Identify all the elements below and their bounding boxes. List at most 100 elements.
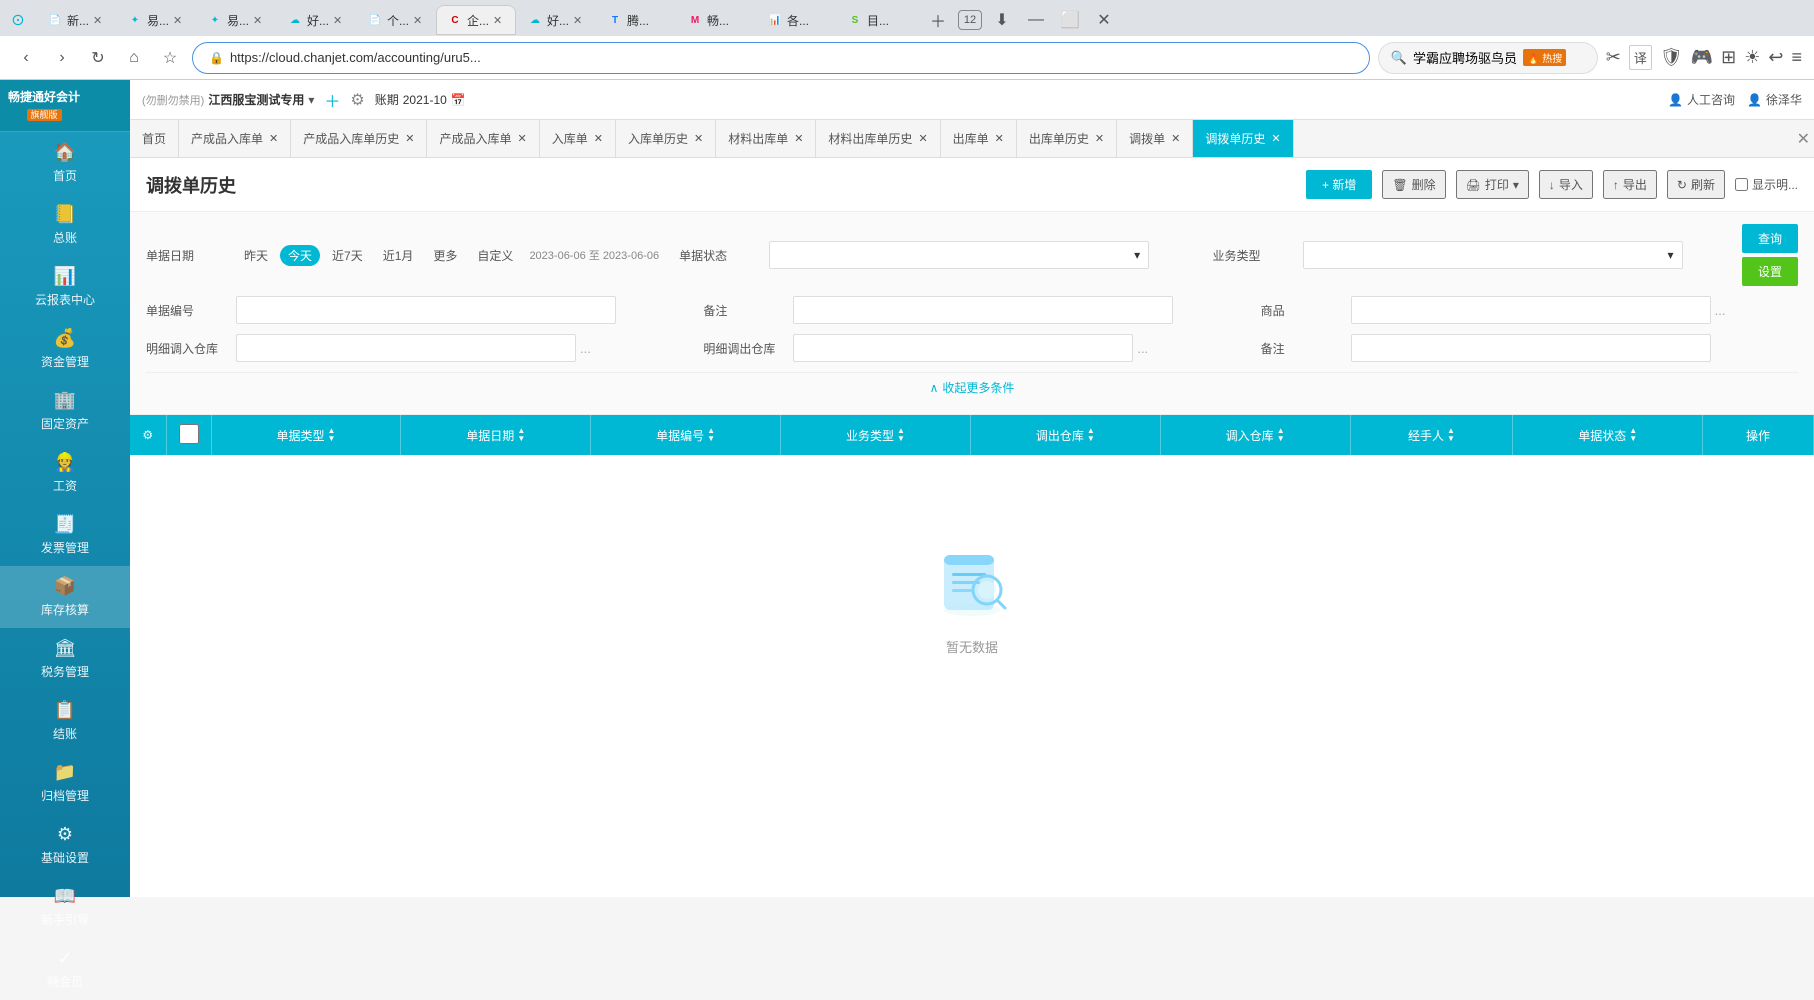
new-tab-button[interactable]: ＋ (924, 6, 952, 34)
col-settings[interactable]: ⚙ (130, 415, 166, 455)
col-doc-no[interactable]: 单据编号 ▲▼ (591, 415, 781, 455)
sidebar-item-reports[interactable]: 📊 云报表中心 (0, 256, 130, 318)
col-business-type[interactable]: 业务类型 ▲▼ (781, 415, 971, 455)
forward-button[interactable]: › (48, 44, 76, 72)
import-button[interactable]: ↓ 导入 (1539, 170, 1593, 199)
note-input[interactable] (793, 296, 1173, 324)
sidebar-item-home[interactable]: 🏠 首页 (0, 132, 130, 194)
browser-tab-5[interactable]: 📄 个... ✕ (356, 5, 436, 35)
date-btn-yesterday[interactable]: 昨天 (236, 245, 276, 266)
app-tab-outbound[interactable]: 出库单 ✕ (941, 120, 1017, 158)
sidebar-item-settings[interactable]: ⚙ 基础设置 (0, 814, 130, 876)
detail-out-warehouse-dots[interactable]: ... (1137, 341, 1148, 356)
browser-tab-1[interactable]: 📄 新... ✕ (36, 5, 116, 35)
translate-icon[interactable]: 译 (1629, 45, 1652, 70)
consultant-button[interactable]: 👤 人工咨询 (1668, 91, 1735, 108)
browser-tab-2[interactable]: ✦ 易... ✕ (116, 5, 196, 35)
sidebar-item-tax[interactable]: 🏛 税务管理 (0, 628, 130, 690)
sidebar-item-member[interactable]: ✓ 畅会员 (0, 938, 130, 1000)
sidebar-item-invoice[interactable]: 🧾 发票管理 (0, 504, 130, 566)
app-tab-inbound[interactable]: 入库单 ✕ (540, 120, 616, 158)
sidebar-item-fixed-assets[interactable]: 🏢 固定资产 (0, 380, 130, 442)
table-settings-icon[interactable]: ⚙ (142, 428, 153, 442)
company-selector[interactable]: (勿删勿禁用) 江西服宝测试专用 ▾ (142, 91, 314, 108)
browser-tab-4-close[interactable]: ✕ (333, 14, 342, 27)
add-company-button[interactable]: ＋ (324, 88, 340, 112)
app-tab-product-inbound-history-close[interactable]: ✕ (405, 132, 414, 145)
browser-tab-7[interactable]: ☁ 好... ✕ (516, 5, 596, 35)
sidebar-item-ledger[interactable]: 📒 总账 (0, 194, 130, 256)
col-doc-date[interactable]: 单据日期 ▲▼ (401, 415, 591, 455)
business-type-dropdown[interactable]: ▾ (1303, 241, 1683, 269)
date-btn-7days[interactable]: 近7天 (324, 245, 371, 266)
sidebar-item-wages[interactable]: 👷 工资 (0, 442, 130, 504)
col-doc-status[interactable]: 单据状态 ▲▼ (1513, 415, 1703, 455)
app-tab-transfer-close[interactable]: ✕ (1171, 132, 1180, 145)
app-tab-product-inbound-2[interactable]: 产成品入库单 ✕ (427, 120, 539, 158)
app-tab-outbound-close[interactable]: ✕ (995, 132, 1004, 145)
app-tab-inbound-history-close[interactable]: ✕ (694, 132, 703, 145)
browser-tab-4[interactable]: ☁ 好... ✕ (276, 5, 356, 35)
sidebar-item-inventory[interactable]: 📦 库存核算 (0, 566, 130, 628)
browser-tab-11[interactable]: S 目... (836, 5, 916, 35)
status-dropdown[interactable]: ▾ (769, 241, 1149, 269)
col-in-warehouse[interactable]: 调入仓库 ▲▼ (1160, 415, 1350, 455)
browser-tab-logo[interactable]: ⊙ (0, 5, 36, 35)
period-selector[interactable]: 账期 2021-10 📅 (375, 91, 466, 108)
export-button[interactable]: ↑ 导出 (1603, 170, 1657, 199)
app-tab-transfer[interactable]: 调拨单 ✕ (1117, 120, 1193, 158)
minimize-button[interactable]: — (1022, 6, 1050, 34)
app-tab-product-inbound-close[interactable]: ✕ (269, 132, 278, 145)
user-menu[interactable]: 👤 徐泽华 (1747, 91, 1802, 108)
date-btn-more[interactable]: 更多 (425, 245, 465, 266)
browser-search-bar[interactable]: 🔍 学霸应聘场驱鸟员 🔥 热搜 (1378, 42, 1598, 74)
settings-gear-button[interactable]: ⚙ (350, 90, 364, 110)
sidebar-item-funds[interactable]: 💰 资金管理 (0, 318, 130, 380)
app-tab-product-inbound-2-close[interactable]: ✕ (518, 132, 527, 145)
date-btn-custom[interactable]: 自定义 (469, 245, 521, 266)
close-all-tabs-icon[interactable]: ✕ (1797, 131, 1810, 148)
tab-count-button[interactable]: 12 (958, 10, 982, 30)
browser-tab-10[interactable]: 📊 各... (756, 5, 836, 35)
goods-dots[interactable]: ... (1715, 303, 1726, 318)
tab-bar-close[interactable]: ✕ (1797, 129, 1814, 149)
col-doc-type[interactable]: 单据类型 ▲▼ (211, 415, 401, 455)
app-tab-inbound-history[interactable]: 入库单历史 ✕ (616, 120, 716, 158)
app-tab-product-inbound-history[interactable]: 产成品入库单历史 ✕ (291, 120, 427, 158)
app-tab-material-outbound-close[interactable]: ✕ (794, 132, 803, 145)
detail-note-input[interactable] (1351, 334, 1711, 362)
shield-icon[interactable]: 🛡 (1660, 47, 1683, 68)
doc-no-input[interactable] (236, 296, 616, 324)
browser-tab-7-close[interactable]: ✕ (573, 14, 582, 27)
query-button[interactable]: 查询 (1742, 224, 1798, 253)
maximize-button[interactable]: ⬜ (1056, 6, 1084, 34)
browser-tab-5-close[interactable]: ✕ (413, 14, 422, 27)
app-tab-outbound-history-close[interactable]: ✕ (1095, 132, 1104, 145)
new-button[interactable]: + 新增 (1306, 170, 1372, 199)
browser-tab-9[interactable]: M 畅... (676, 5, 756, 35)
select-all-checkbox[interactable] (179, 424, 199, 444)
settings-action-button[interactable]: 设置 (1742, 257, 1798, 286)
app-tab-product-inbound[interactable]: 产成品入库单 ✕ (179, 120, 291, 158)
url-bar[interactable]: 🔒 https://cloud.chanjet.com/accounting/u… (192, 42, 1370, 74)
app-tab-outbound-history[interactable]: 出库单历史 ✕ (1017, 120, 1117, 158)
browser-tab-8[interactable]: T 腾... (596, 5, 676, 35)
downloads-button[interactable]: ⬇ (988, 6, 1016, 34)
app-tab-transfer-history-close[interactable]: ✕ (1271, 132, 1280, 145)
col-out-warehouse[interactable]: 调出仓库 ▲▼ (970, 415, 1160, 455)
close-window-button[interactable]: ✕ (1090, 6, 1118, 34)
browser-tab-3[interactable]: ✦ 易... ✕ (196, 5, 276, 35)
browser-tab-1-close[interactable]: ✕ (93, 14, 102, 27)
reload-button[interactable]: ↻ (84, 44, 112, 72)
refresh-button[interactable]: ↻ 刷新 (1667, 170, 1725, 199)
col-checkbox[interactable] (166, 415, 211, 455)
display-toggle-checkbox[interactable] (1735, 178, 1748, 191)
detail-in-warehouse-input[interactable] (236, 334, 576, 362)
bookmark-button[interactable]: ☆ (156, 44, 184, 72)
sidebar-item-archive[interactable]: 📁 归档管理 (0, 752, 130, 814)
detail-in-warehouse-dots[interactable]: ... (580, 341, 591, 356)
game-icon[interactable]: 🎮 (1691, 47, 1713, 68)
app-tab-material-outbound-history-close[interactable]: ✕ (918, 132, 927, 145)
sidebar-item-close-period[interactable]: 📋 结账 (0, 690, 130, 752)
date-btn-1month[interactable]: 近1月 (375, 245, 422, 266)
